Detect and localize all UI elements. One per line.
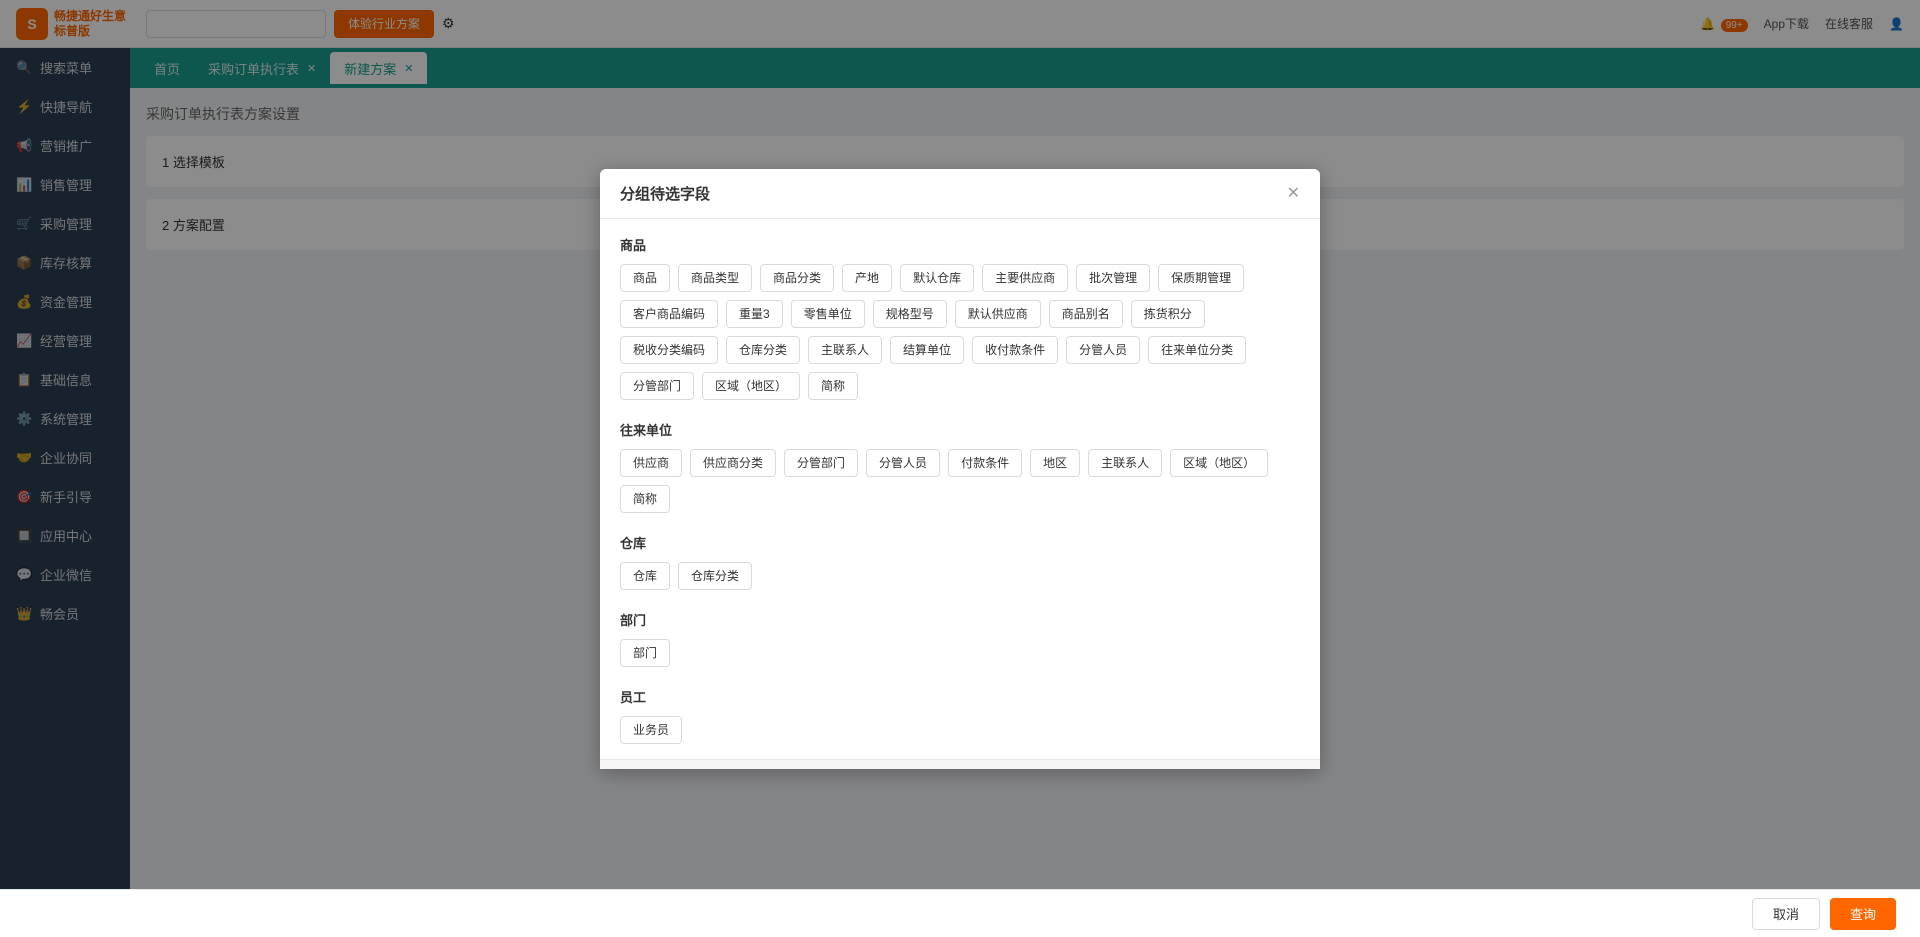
field-tag-p-region[interactable]: 地区 <box>1030 449 1080 477</box>
modal-hscrollbar[interactable] <box>600 759 1320 769</box>
field-tag-origin[interactable]: 产地 <box>842 264 892 292</box>
partner-field-tags: 供应商 供应商分类 分管部门 分管人员 付款条件 地区 主联系人 区域（地区） … <box>620 449 1300 513</box>
field-tag-default-wh[interactable]: 默认仓库 <box>900 264 974 292</box>
goods-field-tags: 商品 商品类型 商品分类 产地 默认仓库 主要供应商 批次管理 保质期管理 客户… <box>620 264 1300 400</box>
field-tag-main-supplier[interactable]: 主要供应商 <box>982 264 1068 292</box>
section-employee-label: 员工 <box>620 687 1300 706</box>
field-tag-supervisor[interactable]: 分管人员 <box>1066 336 1140 364</box>
dept-field-tags: 部门 <box>620 639 1300 667</box>
field-tag-retail-unit[interactable]: 零售单位 <box>791 300 865 328</box>
section-department: 部门 部门 <box>620 610 1300 667</box>
field-tag-dept[interactable]: 分管部门 <box>620 372 694 400</box>
section-partner: 往来单位 供应商 供应商分类 分管部门 分管人员 付款条件 地区 主联系人 区域… <box>620 420 1300 513</box>
employee-field-tags: 业务员 <box>620 716 1300 744</box>
field-tag-wh-cat[interactable]: 仓库分类 <box>726 336 800 364</box>
field-tag-main-contact[interactable]: 主联系人 <box>808 336 882 364</box>
modal-close-btn[interactable]: ✕ <box>1287 183 1300 203</box>
field-tag-goods-alias[interactable]: 商品别名 <box>1049 300 1123 328</box>
field-select-modal: 分组待选字段 ✕ 商品 商品 商品类型 商品分类 产地 默认仓库 主要供应商 批… <box>600 169 1320 769</box>
field-tag-d-dept[interactable]: 部门 <box>620 639 670 667</box>
field-tag-goods-type[interactable]: 商品类型 <box>678 264 752 292</box>
modal-header: 分组待选字段 ✕ <box>600 169 1320 219</box>
field-tag-weight3[interactable]: 重量3 <box>726 300 783 328</box>
field-tag-tax-code[interactable]: 税收分类编码 <box>620 336 718 364</box>
field-tag-pick-points[interactable]: 拣货积分 <box>1131 300 1205 328</box>
modal-overlay: 分组待选字段 ✕ 商品 商品 商品类型 商品分类 产地 默认仓库 主要供应商 批… <box>0 0 1920 937</box>
warehouse-field-tags: 仓库 仓库分类 <box>620 562 1300 590</box>
section-goods-label: 商品 <box>620 235 1300 254</box>
confirm-button[interactable]: 查询 <box>1830 898 1896 930</box>
field-tag-batch-mgmt[interactable]: 批次管理 <box>1076 264 1150 292</box>
field-tag-settle-unit[interactable]: 结算单位 <box>890 336 964 364</box>
field-tag-wh-class[interactable]: 仓库分类 <box>678 562 752 590</box>
field-tag-wh[interactable]: 仓库 <box>620 562 670 590</box>
section-partner-label: 往来单位 <box>620 420 1300 439</box>
field-tag-p-contact[interactable]: 主联系人 <box>1088 449 1162 477</box>
field-tag-partner-cat[interactable]: 往来单位分类 <box>1148 336 1246 364</box>
field-tag-goods[interactable]: 商品 <box>620 264 670 292</box>
section-goods: 商品 商品 商品类型 商品分类 产地 默认仓库 主要供应商 批次管理 保质期管理… <box>620 235 1300 400</box>
section-warehouse-label: 仓库 <box>620 533 1300 552</box>
modal-title: 分组待选字段 <box>620 183 710 204</box>
modal-body: 商品 商品 商品类型 商品分类 产地 默认仓库 主要供应商 批次管理 保质期管理… <box>600 219 1320 759</box>
field-tag-goods-cat[interactable]: 商品分类 <box>760 264 834 292</box>
field-tag-expiry-mgmt[interactable]: 保质期管理 <box>1158 264 1244 292</box>
section-employee: 员工 业务员 <box>620 687 1300 744</box>
field-tag-abbr[interactable]: 简称 <box>808 372 858 400</box>
field-tag-region[interactable]: 区域（地区） <box>702 372 800 400</box>
field-tag-spec-model[interactable]: 规格型号 <box>873 300 947 328</box>
bottom-bar: 取消 查询 <box>0 889 1920 937</box>
field-tag-default-supplier[interactable]: 默认供应商 <box>955 300 1041 328</box>
field-tag-p-supervisor[interactable]: 分管人员 <box>866 449 940 477</box>
field-tag-supplier-cat[interactable]: 供应商分类 <box>690 449 776 477</box>
field-tag-p-abbr[interactable]: 简称 <box>620 485 670 513</box>
cancel-button[interactable]: 取消 <box>1752 898 1820 930</box>
field-tag-p-payment[interactable]: 付款条件 <box>948 449 1022 477</box>
section-department-label: 部门 <box>620 610 1300 629</box>
field-tag-cust-code[interactable]: 客户商品编码 <box>620 300 718 328</box>
field-tag-payment-terms[interactable]: 收付款条件 <box>972 336 1058 364</box>
field-tag-salesperson[interactable]: 业务员 <box>620 716 682 744</box>
field-tag-supplier[interactable]: 供应商 <box>620 449 682 477</box>
field-tag-p-dept[interactable]: 分管部门 <box>784 449 858 477</box>
section-warehouse: 仓库 仓库 仓库分类 <box>620 533 1300 590</box>
field-tag-p-area[interactable]: 区域（地区） <box>1170 449 1268 477</box>
